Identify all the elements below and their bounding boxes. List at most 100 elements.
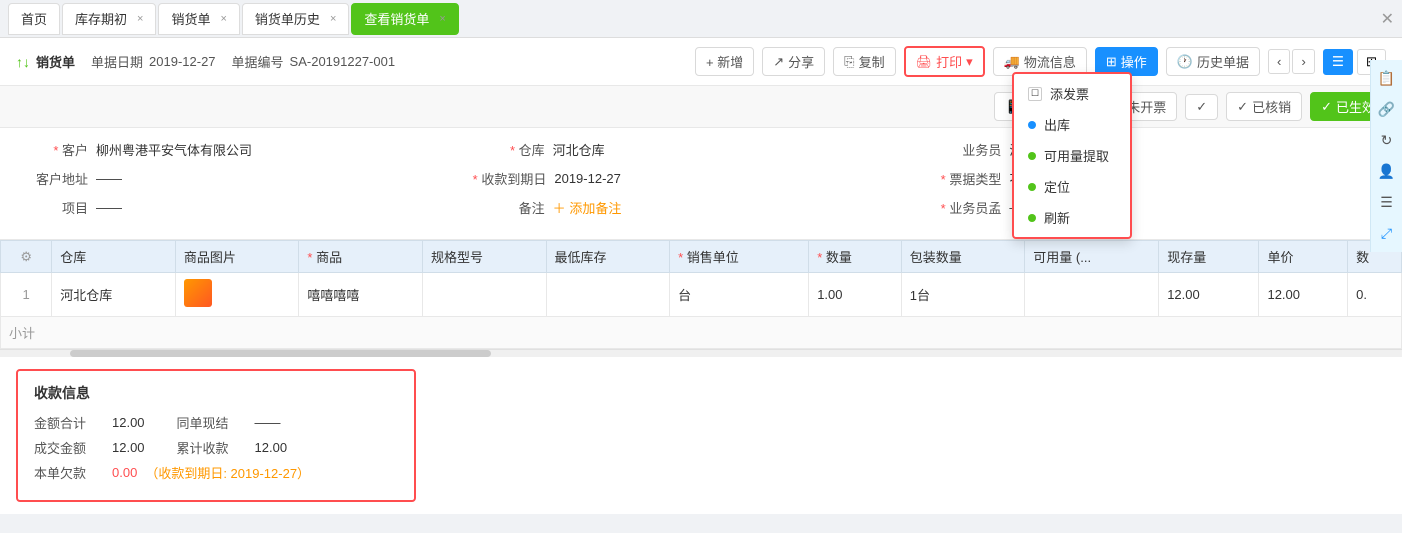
plus-icon: ＋ bbox=[553, 201, 566, 216]
dropdown-add-invoice[interactable]: ☐ 添发票 bbox=[1014, 78, 1130, 109]
tab-view-sales-close[interactable]: × bbox=[439, 13, 445, 25]
sidebar-icon-user[interactable]: 👤 bbox=[1372, 157, 1401, 186]
print-btn[interactable]: 🖨 打印 ▾ bbox=[904, 46, 985, 77]
dropdown-quantity-pickup[interactable]: 可用量提取 bbox=[1014, 140, 1130, 171]
total-amount-val: 12.00 bbox=[112, 415, 145, 430]
note-label: 备注 bbox=[473, 198, 553, 217]
form-row-3: 项目 —— 备注 ＋ 添加备注 业务员孟 —— bbox=[16, 198, 1386, 217]
sidebar-icon-clipboard[interactable]: 📋 bbox=[1372, 64, 1401, 93]
share-btn[interactable]: ↗ 分享 bbox=[762, 47, 825, 76]
due-date-extra: （收款到期日: 2019-12-27） bbox=[145, 463, 310, 482]
payment-info-title: 收款信息 bbox=[34, 383, 398, 403]
copy-btn[interactable]: ⎘ 复制 bbox=[833, 47, 895, 76]
project-field: 项目 —— bbox=[16, 198, 473, 217]
sidebar-icon-refresh[interactable]: ↻ bbox=[1375, 126, 1399, 155]
new-btn[interactable]: + 新增 bbox=[695, 47, 754, 76]
row-quantity: 1.00 bbox=[809, 273, 902, 317]
doc-number-item: 单据编号 SA-20191227-001 bbox=[232, 52, 396, 71]
address-field: 客户地址 —— bbox=[16, 169, 473, 188]
tab-sales-history-label: 销货单历史 bbox=[255, 9, 320, 28]
same-order-val: —— bbox=[255, 415, 281, 430]
copy-icon: ⎘ bbox=[844, 54, 854, 70]
row-unit: 台 bbox=[670, 273, 809, 317]
payment-date-value[interactable]: 2019-12-27 bbox=[554, 171, 621, 186]
same-order-key: 同单现结 bbox=[177, 413, 247, 432]
customer-value[interactable]: 柳州粤港平安气体有限公司 bbox=[96, 140, 252, 159]
add-note-btn[interactable]: ＋ 添加备注 bbox=[553, 198, 622, 217]
form-row-2: 客户地址 —— 收款到期日 2019-12-27 票据类型 不开票 bbox=[16, 169, 1386, 188]
col-warehouse: 仓库 bbox=[52, 241, 176, 273]
tab-sales-order[interactable]: 销货单 × bbox=[158, 3, 239, 35]
table-body: 1 河北仓库 嘻嘻嘻嘻 台 1.00 1台 12.00 12.00 0. 小计 bbox=[1, 273, 1402, 349]
ticket-type-label: 票据类型 bbox=[929, 169, 1009, 188]
col-gear[interactable]: ⚙ bbox=[1, 241, 52, 273]
staff-field: 业务员 演示账号 bbox=[929, 140, 1386, 159]
add-invoice-icon: ☐ bbox=[1028, 87, 1042, 101]
table-header: ⚙ 仓库 商品图片 * 商品 规格型号 最低库存 * 销售单位 * 数量 包装数… bbox=[1, 241, 1402, 273]
history-icon: 🕐 bbox=[1177, 54, 1193, 70]
payment-row-3: 本单欠款 0.00 （收款到期日: 2019-12-27） bbox=[34, 463, 398, 482]
customer-label: 客户 bbox=[16, 140, 96, 159]
due-amount-val: 0.00 bbox=[112, 465, 137, 480]
sidebar-icon-expand[interactable]: ⤢ bbox=[1375, 219, 1398, 248]
cumulative-item: 累计收款 12.00 bbox=[177, 438, 288, 457]
doc-number-value: SA-20191227-001 bbox=[290, 54, 396, 69]
total-amount-key: 金额合计 bbox=[34, 413, 104, 432]
right-sidebar: 📋 🔗 ↻ 👤 ☰ ⤢ bbox=[1370, 60, 1402, 252]
row-product[interactable]: 嘻嘻嘻嘻 bbox=[299, 273, 423, 317]
col-quantity: * 数量 bbox=[809, 241, 902, 273]
doc-meta: 单据日期 2019-12-27 单据编号 SA-20191227-001 bbox=[91, 52, 395, 71]
due-date-value: 2019-12-27 bbox=[231, 466, 298, 481]
col-unit: * 销售单位 bbox=[670, 241, 809, 273]
dropdown-refresh[interactable]: 刷新 bbox=[1014, 202, 1130, 233]
sidebar-icon-link[interactable]: 🔗 bbox=[1372, 95, 1401, 124]
row-spec bbox=[422, 273, 546, 317]
col-stock: 现存量 bbox=[1159, 241, 1259, 273]
dropdown-out-warehouse[interactable]: 出库 bbox=[1014, 109, 1130, 140]
nav-arrows: ‹ › bbox=[1268, 49, 1315, 74]
project-label: 项目 bbox=[16, 198, 96, 217]
tab-sales-history-close[interactable]: × bbox=[330, 13, 336, 25]
row-warehouse: 河北仓库 bbox=[52, 273, 176, 317]
scrollbar-thumb[interactable] bbox=[70, 350, 491, 357]
toolbar-row: 📱 来自手机 🔵 未开票 ✓ ✓ 已核销 ✓ 已生效 bbox=[0, 86, 1402, 128]
products-table: ⚙ 仓库 商品图片 * 商品 规格型号 最低库存 * 销售单位 * 数量 包装数… bbox=[0, 240, 1402, 349]
products-table-wrapper: ⚙ 仓库 商品图片 * 商品 规格型号 最低库存 * 销售单位 * 数量 包装数… bbox=[0, 240, 1402, 357]
tab-inventory-init[interactable]: 库存期初 × bbox=[62, 3, 156, 35]
product-image bbox=[184, 279, 212, 307]
already-cancelled-btn[interactable]: ✓ 已核销 bbox=[1226, 92, 1302, 121]
sidebar-icon-list[interactable]: ☰ bbox=[1374, 188, 1399, 217]
warehouse-value[interactable]: 河北仓库 bbox=[553, 140, 605, 159]
address-value: —— bbox=[96, 171, 122, 186]
salesperson-label: 业务员孟 bbox=[929, 198, 1009, 217]
dropdown-locate[interactable]: 定位 bbox=[1014, 171, 1130, 202]
cumulative-val: 12.00 bbox=[255, 440, 288, 455]
col-available: 可用量 (... bbox=[1025, 241, 1159, 273]
next-btn[interactable]: › bbox=[1292, 49, 1314, 74]
col-product: * 商品 bbox=[299, 241, 423, 273]
doc-date-item: 单据日期 2019-12-27 bbox=[91, 52, 216, 71]
payment-date-label: 收款到期日 bbox=[473, 169, 555, 188]
history-btn[interactable]: 🕐 历史单据 bbox=[1166, 47, 1260, 76]
tab-bar-close-btn[interactable]: ✕ bbox=[1381, 9, 1394, 29]
col-pack-qty: 包装数量 bbox=[901, 241, 1025, 273]
payment-date-field: 收款到期日 2019-12-27 bbox=[473, 169, 930, 188]
view-list-btn[interactable]: ☰ bbox=[1323, 49, 1353, 75]
tab-sales-history[interactable]: 销货单历史 × bbox=[242, 3, 349, 35]
tab-home[interactable]: 首页 bbox=[8, 3, 60, 35]
row-min-stock bbox=[546, 273, 670, 317]
tab-sales-order-close[interactable]: × bbox=[220, 13, 226, 25]
prev-btn[interactable]: ‹ bbox=[1268, 49, 1290, 74]
refresh-dot bbox=[1028, 214, 1036, 222]
deal-amount-item: 成交金额 12.00 bbox=[34, 438, 145, 457]
horizontal-scrollbar[interactable] bbox=[0, 349, 1402, 357]
tab-inventory-close[interactable]: × bbox=[137, 13, 143, 25]
check-icon-btn[interactable]: ✓ bbox=[1185, 94, 1218, 120]
table-row: 1 河北仓库 嘻嘻嘻嘻 台 1.00 1台 12.00 12.00 0. bbox=[1, 273, 1402, 317]
row-stock: 12.00 bbox=[1159, 273, 1259, 317]
locate-dot bbox=[1028, 183, 1036, 191]
due-amount-key: 本单欠款 bbox=[34, 463, 104, 482]
bottom-section: 收款信息 金额合计 12.00 同单现结 —— 成交金额 12.00 累计收款 … bbox=[0, 357, 1402, 514]
row-unit-price: 12.00 bbox=[1259, 273, 1348, 317]
tab-view-sales[interactable]: 查看销货单 × bbox=[351, 3, 458, 35]
